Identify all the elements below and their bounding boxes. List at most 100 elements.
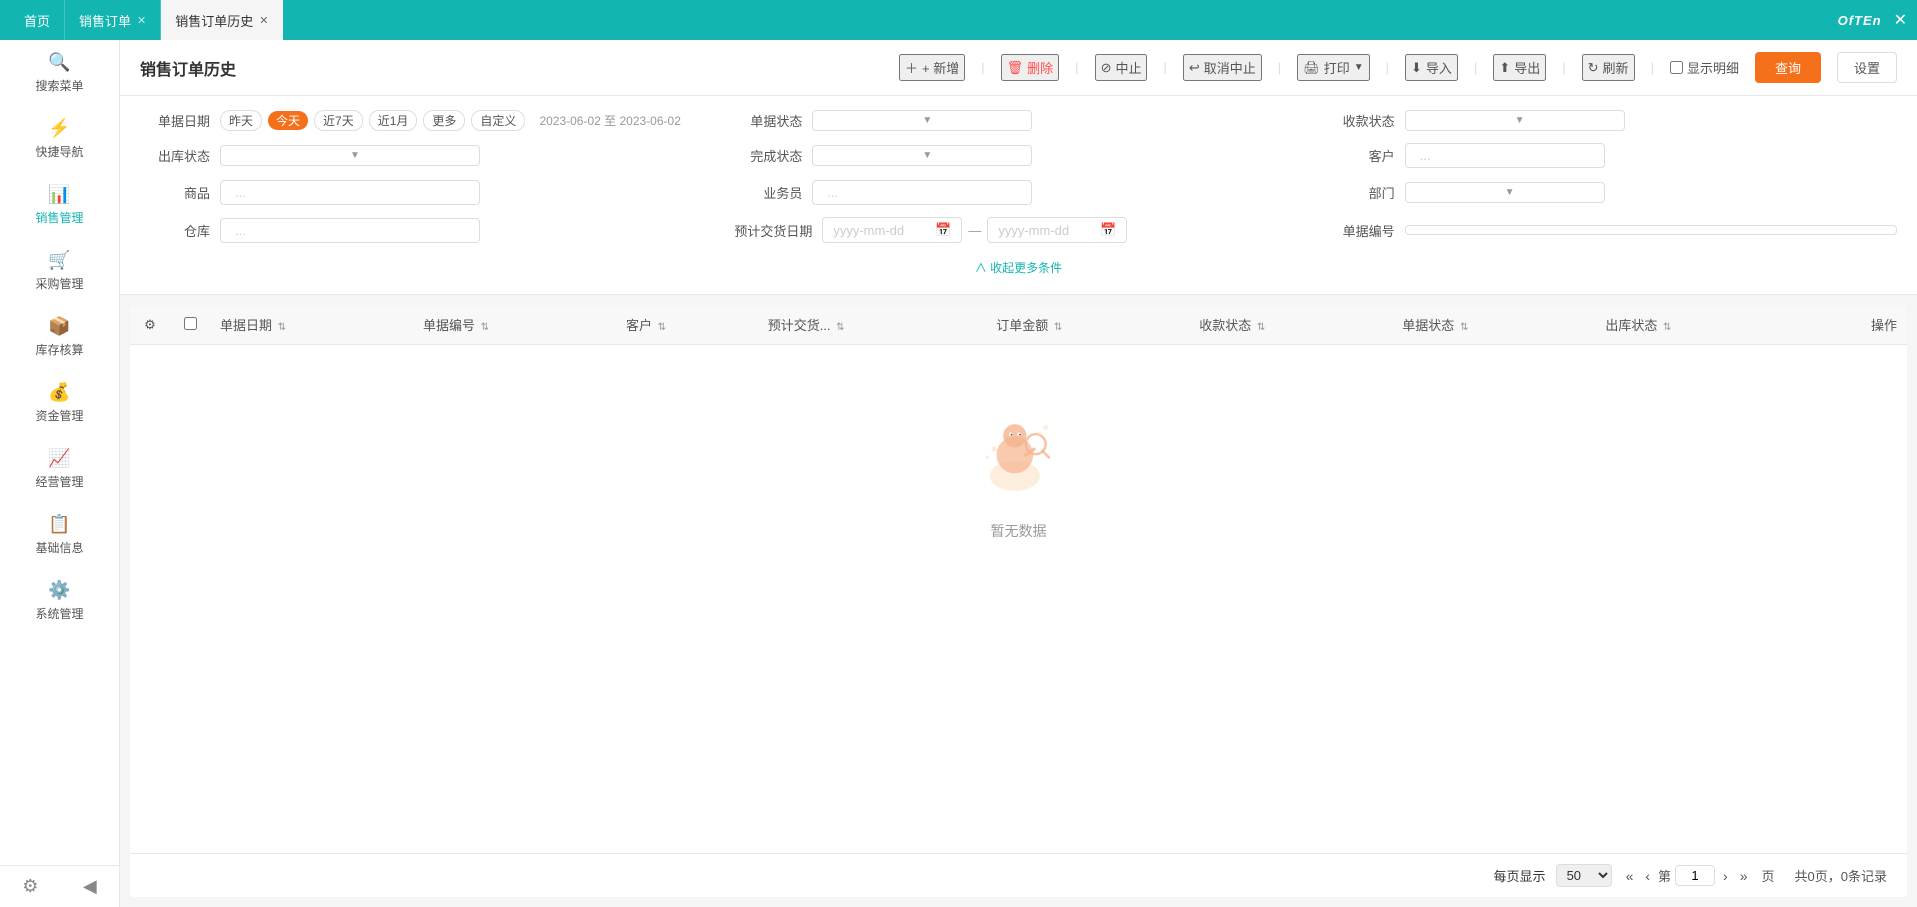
- collapse-bar[interactable]: ∧ 收起更多条件: [140, 255, 1897, 280]
- last-page-btn[interactable]: »: [1736, 866, 1752, 886]
- export-button[interactable]: ⬆ 导出: [1493, 54, 1546, 81]
- page-label: 第: [1658, 866, 1671, 885]
- salesperson-dots[interactable]: ...: [827, 185, 838, 200]
- data-table: ⚙ 单据日期 ⇅ 单据编号 ⇅: [130, 305, 1907, 345]
- print-button[interactable]: 🖨 打印 ▼: [1297, 54, 1369, 81]
- select-all-checkbox[interactable]: [184, 317, 197, 330]
- department-label: 部门: [1325, 183, 1405, 202]
- department-select[interactable]: ▼: [1405, 182, 1605, 203]
- order-status-select[interactable]: ▼: [812, 110, 1032, 131]
- sidebar-label-quick-nav: 快捷导航: [35, 143, 83, 160]
- import-button[interactable]: ⬇ 导入: [1405, 54, 1458, 81]
- first-page-btn[interactable]: «: [1622, 866, 1638, 886]
- search-icon: 🔍: [48, 52, 70, 73]
- product-dots[interactable]: ...: [235, 185, 246, 200]
- th-number[interactable]: 单据编号 ⇅: [413, 305, 616, 345]
- date-custom[interactable]: 自定义: [471, 110, 525, 131]
- show-detail-checkbox-label[interactable]: 显示明细: [1670, 58, 1739, 77]
- warehouse-dots[interactable]: ...: [235, 223, 246, 238]
- completion-status-arrow: ▼: [922, 150, 1021, 161]
- table-wrapper: ⚙ 单据日期 ⇅ 单据编号 ⇅: [130, 305, 1907, 853]
- filter-section-salesperson: 业务员 ...: [732, 180, 1304, 205]
- delivery-status-select[interactable]: ▼: [220, 145, 480, 166]
- empty-state: 暂无数据: [130, 345, 1907, 601]
- payment-status-select[interactable]: ▼: [1405, 110, 1625, 131]
- query-button[interactable]: 查询: [1755, 52, 1821, 83]
- sidebar-item-search[interactable]: 🔍 搜索菜单: [0, 40, 119, 106]
- prev-page-btn[interactable]: ‹: [1641, 866, 1654, 886]
- print-dropdown-icon: ▼: [1354, 62, 1364, 73]
- table-area: ⚙ 单据日期 ⇅ 单据编号 ⇅: [130, 305, 1907, 897]
- sort-date-icon: ⇅: [278, 322, 286, 333]
- tab-sales-order-close[interactable]: ✕: [137, 14, 146, 27]
- sidebar-item-finance[interactable]: 💰 资金管理: [0, 370, 119, 436]
- th-delivery-status[interactable]: 出库状态 ⇅: [1595, 305, 1798, 345]
- total-text: 共0页，0条记录: [1795, 866, 1887, 885]
- date-today[interactable]: 今天: [268, 111, 308, 130]
- sort-amount-icon: ⇅: [1054, 322, 1062, 333]
- warehouse-input[interactable]: ...: [220, 218, 480, 243]
- tab-sales-order-history-close[interactable]: ✕: [259, 14, 268, 27]
- delete-button[interactable]: 🗑 删除: [1001, 54, 1060, 81]
- calendar-icon-from: 📅: [935, 222, 951, 238]
- order-status-arrow: ▼: [922, 115, 1021, 126]
- th-payment-status[interactable]: 收款状态 ⇅: [1189, 305, 1392, 345]
- expected-date-to[interactable]: yyyy-mm-dd 📅: [987, 217, 1127, 243]
- export-icon: ⬆: [1499, 60, 1510, 76]
- department-arrow: ▼: [1505, 187, 1594, 198]
- tab-home[interactable]: 首页: [10, 0, 65, 40]
- date-more[interactable]: 更多: [423, 110, 465, 131]
- product-input[interactable]: ...: [220, 180, 480, 205]
- refresh-icon: ↻: [1588, 60, 1599, 76]
- th-settings[interactable]: ⚙: [130, 305, 170, 345]
- show-detail-checkbox[interactable]: [1670, 61, 1683, 74]
- new-button[interactable]: ＋ + 新增: [899, 54, 965, 81]
- next-page-btn[interactable]: ›: [1719, 866, 1732, 886]
- th-expected-delivery[interactable]: 预计交货... ⇅: [758, 305, 987, 345]
- th-check[interactable]: [170, 305, 210, 345]
- sidebar-bottom: ⚙ ◀: [0, 865, 119, 907]
- page-nav: « ‹ 第 › »: [1622, 865, 1752, 886]
- th-order-status[interactable]: 单据状态 ⇅: [1392, 305, 1595, 345]
- date-1month[interactable]: 近1月: [369, 110, 418, 131]
- tab-sales-order-history[interactable]: 销售订单历史 ✕: [161, 0, 283, 40]
- sidebar-item-inventory[interactable]: 📦 库存核算: [0, 304, 119, 370]
- main-layout: 🔍 搜索菜单 ⚡ 快捷导航 📊 销售管理 🛒 采购管理 📦 库存核算 💰 资金管…: [0, 40, 1917, 907]
- customer-label: 客户: [1325, 146, 1405, 165]
- page-number-input[interactable]: [1675, 865, 1715, 886]
- th-date[interactable]: 单据日期 ⇅: [210, 305, 413, 345]
- order-number-input[interactable]: [1405, 225, 1897, 235]
- table-footer: 每页显示 50 20 100 « ‹ 第 › » 页 共0页，0条记录: [130, 853, 1907, 897]
- salesperson-input[interactable]: ...: [812, 180, 1032, 205]
- completion-status-select[interactable]: ▼: [812, 145, 1032, 166]
- filter-section-order-number: 单据编号: [1325, 221, 1897, 240]
- cancel-stop-button[interactable]: ↩ 取消中止: [1183, 54, 1262, 81]
- sidebar-item-sales[interactable]: 📊 销售管理: [0, 172, 119, 238]
- page-size-label: 每页显示: [1494, 866, 1546, 885]
- tab-sales-order[interactable]: 销售订单 ✕: [65, 0, 161, 40]
- sidebar-collapse-icon[interactable]: ◀: [83, 876, 97, 897]
- settings-button[interactable]: 设置: [1837, 52, 1897, 83]
- quick-nav-icon: ⚡: [48, 118, 70, 139]
- payment-status-arrow: ▼: [1515, 115, 1614, 126]
- sidebar-item-operations[interactable]: 📈 经营管理: [0, 436, 119, 502]
- date-yesterday[interactable]: 昨天: [220, 110, 262, 131]
- sidebar-settings-icon[interactable]: ⚙: [22, 876, 38, 897]
- sidebar-item-quick-nav[interactable]: ⚡ 快捷导航: [0, 106, 119, 172]
- filter-row-2: 出库状态 ▼ 完成状态 ▼ 客户: [140, 143, 1897, 168]
- customer-input[interactable]: ...: [1405, 143, 1605, 168]
- window-close-btn[interactable]: ✕: [1894, 10, 1907, 30]
- customer-dots[interactable]: ...: [1420, 148, 1431, 163]
- stop-button[interactable]: ⊘ 中止: [1095, 54, 1148, 81]
- sidebar-item-system[interactable]: ⚙️ 系统管理: [0, 568, 119, 634]
- sidebar-item-basic[interactable]: 📋 基础信息: [0, 502, 119, 568]
- th-customer[interactable]: 客户 ⇅: [616, 305, 758, 345]
- filter-area: 单据日期 昨天 今天 近7天 近1月 更多 自定义 2023-06-02 至 2…: [120, 96, 1917, 295]
- basic-icon: 📋: [48, 514, 70, 535]
- th-amount[interactable]: 订单金额 ⇅: [986, 305, 1189, 345]
- date-7days[interactable]: 近7天: [314, 110, 363, 131]
- refresh-button[interactable]: ↻ 刷新: [1582, 54, 1635, 81]
- sidebar-item-purchase[interactable]: 🛒 采购管理: [0, 238, 119, 304]
- expected-date-from[interactable]: yyyy-mm-dd 📅: [822, 217, 962, 243]
- page-size-select[interactable]: 50 20 100: [1556, 864, 1612, 887]
